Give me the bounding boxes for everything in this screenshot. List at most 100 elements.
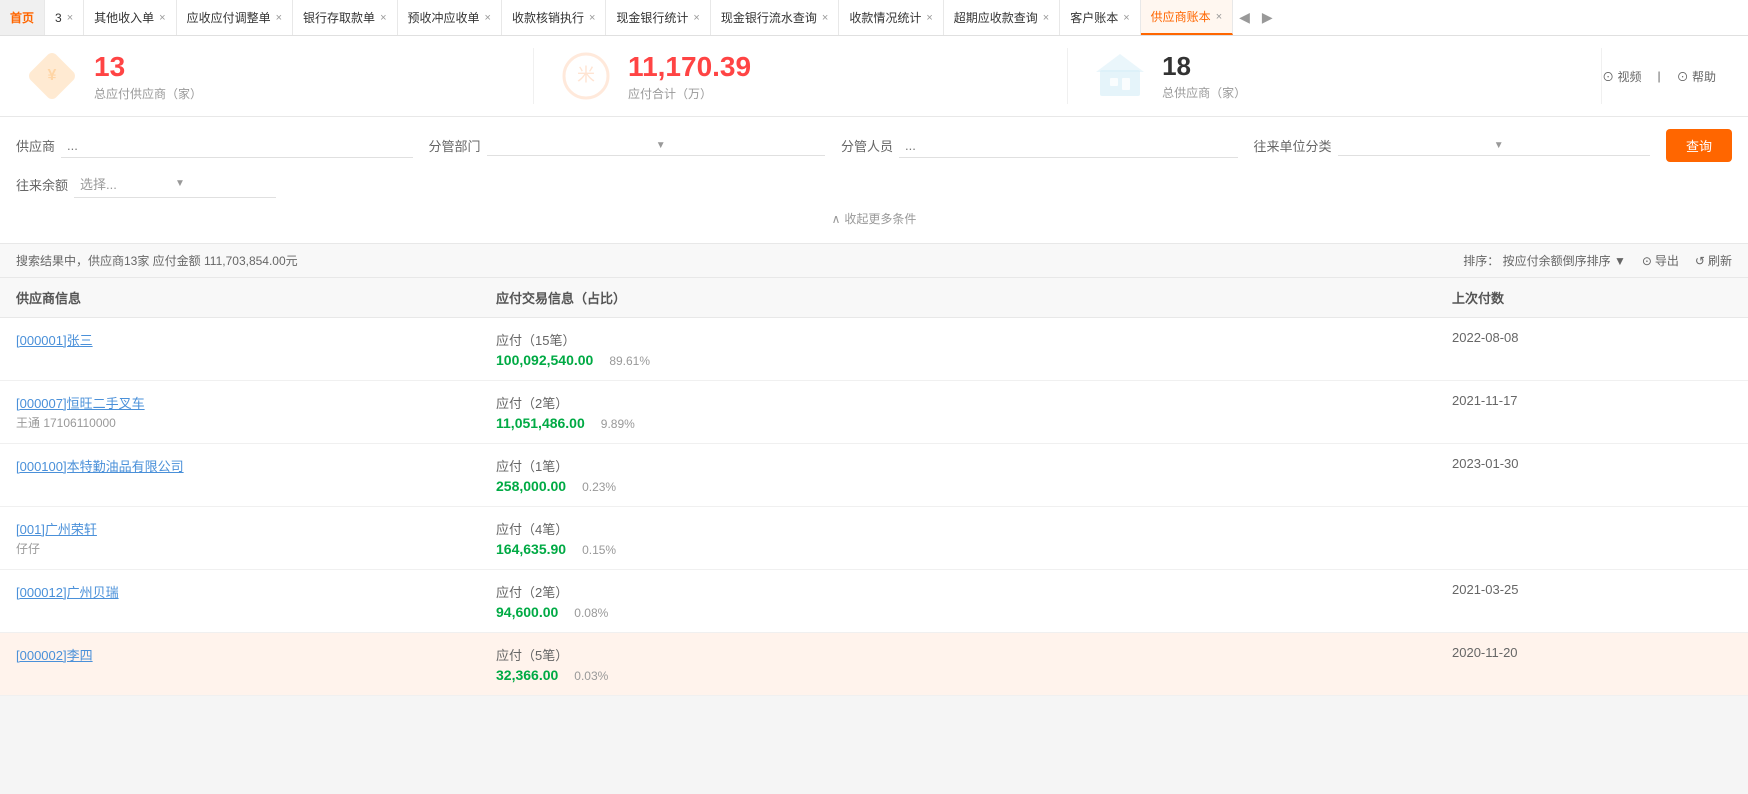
transaction-cell: 应付（15笔） 100,092,540.00 89.61% xyxy=(496,330,1452,368)
nav-tab-supplier-ledger[interactable]: 供应商账本 × xyxy=(1141,0,1233,35)
nav-tab-cash-bank-flow[interactable]: 现金银行流水查询 × xyxy=(711,0,839,35)
divider: | xyxy=(1658,69,1661,83)
filter-select-balance-value: 选择... xyxy=(80,174,175,193)
query-button[interactable]: 查询 xyxy=(1666,129,1732,162)
last-payment-cell: 2022-08-08 xyxy=(1452,330,1732,345)
nav-tab-collection-exec[interactable]: 收款核销执行 × xyxy=(502,0,606,35)
supplier-link[interactable]: [000012]广州贝瑞 xyxy=(16,585,119,600)
summary-info-suppliers-payable: 13 总应付供应商（家） xyxy=(94,50,202,103)
filter-select-category[interactable]: ▼ xyxy=(1338,136,1650,156)
last-payment-cell: 2021-11-17 xyxy=(1452,393,1732,408)
supplier-link[interactable]: [000001]张三 xyxy=(16,333,93,348)
nav-tab-customer-ledger[interactable]: 客户账本 × xyxy=(1060,0,1140,35)
chevron-down-icon: ▼ xyxy=(656,140,819,151)
transaction-row: 94,600.00 0.08% xyxy=(496,601,1452,620)
supplier-table: 供应商信息 应付交易信息（占比） 上次付数 [000001]张三 应付（15笔）… xyxy=(0,278,1748,696)
filter-select-balance[interactable]: 选择... ▼ xyxy=(74,170,276,198)
top-right-links: ⊙ 视频 | ⊙ 帮助 xyxy=(1602,68,1732,85)
nav-tab-home-label: 首页 xyxy=(10,9,34,26)
nav-tab-prepay-ar-close[interactable]: × xyxy=(485,12,491,24)
summary-card-payable-total: 米 11,170.39 应付合计（万） xyxy=(534,48,1068,104)
supplier-link[interactable]: [000002]李四 xyxy=(16,648,93,663)
nav-tab-other-income[interactable]: 其他收入单 × xyxy=(84,0,176,35)
table-row: [000002]李四 应付（5笔） 32,366.00 0.03% 2020-1… xyxy=(0,633,1748,696)
export-icon: ⊙ xyxy=(1642,254,1652,268)
nav-tab-collection-stat-close[interactable]: × xyxy=(926,12,932,24)
filter-item-person: 分管人员 xyxy=(841,134,1238,158)
nav-tab-customer-ledger-close[interactable]: × xyxy=(1123,12,1129,24)
svg-text:米: 米 xyxy=(577,65,595,85)
transaction-amount: 258,000.00 xyxy=(496,478,566,494)
chevron-down-icon-2: ▼ xyxy=(1494,140,1644,151)
nav-tab-bank-deposit-close[interactable]: × xyxy=(380,12,386,24)
diamond-icon: ¥ xyxy=(24,48,80,104)
nav-tab-prepay-ar-label: 预收冲应收单 xyxy=(408,9,480,26)
nav-tab-collection-exec-close[interactable]: × xyxy=(589,12,595,24)
nav-tab-cash-bank-stat-close[interactable]: × xyxy=(693,12,699,24)
filter-input-person[interactable] xyxy=(899,134,1237,158)
nav-tab-3-close[interactable]: × xyxy=(67,12,73,24)
help-link[interactable]: ⊙ 帮助 xyxy=(1677,68,1716,85)
transaction-amount: 100,092,540.00 xyxy=(496,352,593,368)
collapse-button[interactable]: ∧ 收起更多条件 xyxy=(16,206,1732,231)
transaction-cell: 应付（2笔） 94,600.00 0.08% xyxy=(496,582,1452,620)
nav-tab-cash-bank-flow-close[interactable]: × xyxy=(822,12,828,24)
nav-prev-arrow[interactable]: ◀ xyxy=(1233,9,1256,26)
filter-row-1: 供应商 分管部门 ▼ 分管人员 往来单位分类 ▼ 查询 xyxy=(16,129,1732,162)
summary-label-total-suppliers: 总供应商（家） xyxy=(1162,84,1246,101)
transaction-row: 258,000.00 0.23% xyxy=(496,475,1452,494)
nav-tab-prepay-ar[interactable]: 预收冲应收单 × xyxy=(398,0,502,35)
table-row: [000001]张三 应付（15笔） 100,092,540.00 89.61%… xyxy=(0,318,1748,381)
filter-row-2: 往来余额 选择... ▼ xyxy=(16,170,1732,198)
supplier-link[interactable]: [001]广州荣轩 xyxy=(16,522,97,537)
table-header-supplier: 供应商信息 xyxy=(16,288,496,307)
filter-select-dept[interactable]: ▼ xyxy=(487,136,825,156)
nav-tab-cash-bank-stat[interactable]: 现金银行统计 × xyxy=(606,0,710,35)
supplier-link[interactable]: [000100]本特勤油品有限公司 xyxy=(16,459,184,474)
transaction-percent: 0.03% xyxy=(574,669,608,683)
nav-tab-ar-ap-adjust[interactable]: 应收应付调整单 × xyxy=(177,0,293,35)
transaction-row: 32,366.00 0.03% xyxy=(496,664,1452,683)
summary-number-total-suppliers: 18 xyxy=(1162,51,1246,82)
export-label: 导出 xyxy=(1655,252,1679,269)
summary-info-total-suppliers: 18 总供应商（家） xyxy=(1162,51,1246,101)
summary-label-suppliers-payable: 总应付供应商（家） xyxy=(94,85,202,102)
nav-tab-collection-stat[interactable]: 收款情况统计 × xyxy=(839,0,943,35)
table-body: [000001]张三 应付（15笔） 100,092,540.00 89.61%… xyxy=(0,318,1748,696)
nav-tab-overdue-ar[interactable]: 超期应收款查询 × xyxy=(944,0,1060,35)
table-row: [000012]广州贝瑞 应付（2笔） 94,600.00 0.08% 2021… xyxy=(0,570,1748,633)
supplier-link[interactable]: [000007]恒旺二手叉车 xyxy=(16,396,145,411)
last-payment-cell: 2023-01-30 xyxy=(1452,456,1732,471)
supplier-sub: 仔仔 xyxy=(16,540,496,557)
transaction-cell: 应付（4笔） 164,635.90 0.15% xyxy=(496,519,1452,557)
nav-tab-home[interactable]: 首页 xyxy=(0,0,45,35)
nav-tab-3-label: 3 xyxy=(55,11,62,25)
nav-tab-other-income-label: 其他收入单 xyxy=(94,9,154,26)
results-actions: 排序： 按应付余额倒序排序 ▼ ⊙ 导出 ↺ 刷新 xyxy=(1463,252,1732,269)
refresh-button[interactable]: ↺ 刷新 xyxy=(1695,252,1732,269)
nav-tab-3[interactable]: 3 × xyxy=(45,0,84,35)
video-link[interactable]: ⊙ 视频 xyxy=(1602,68,1641,85)
nav-next-arrow[interactable]: ▶ xyxy=(1256,9,1279,26)
transaction-row: 100,092,540.00 89.61% xyxy=(496,349,1452,368)
sort-prefix: 排序： 按应付余额倒序排序 ▼ xyxy=(1463,252,1626,269)
nav-tab-bank-deposit[interactable]: 银行存取款单 × xyxy=(293,0,397,35)
export-button[interactable]: ⊙ 导出 xyxy=(1642,252,1679,269)
supplier-cell: [000100]本特勤油品有限公司 xyxy=(16,456,496,475)
nav-tab-overdue-ar-close[interactable]: × xyxy=(1043,12,1049,24)
top-navigation: 首页 3 × 其他收入单 × 应收应付调整单 × 银行存取款单 × 预收冲应收单… xyxy=(0,0,1748,36)
nav-tab-bank-deposit-label: 银行存取款单 xyxy=(303,9,375,26)
supplier-cell: [000012]广州贝瑞 xyxy=(16,582,496,601)
transaction-label: 应付（1笔） xyxy=(496,456,1452,475)
sort-value[interactable]: 按应付余额倒序排序 xyxy=(1503,254,1611,268)
nav-tab-ar-ap-adjust-close[interactable]: × xyxy=(276,12,282,24)
transaction-percent: 9.89% xyxy=(601,417,635,431)
nav-tab-other-income-close[interactable]: × xyxy=(159,12,165,24)
transaction-label: 应付（2笔） xyxy=(496,582,1452,601)
nav-tab-supplier-ledger-close[interactable]: × xyxy=(1216,11,1222,23)
nav-tab-overdue-ar-label: 超期应收款查询 xyxy=(954,9,1038,26)
transaction-row: 11,051,486.00 9.89% xyxy=(496,412,1452,431)
table-header-transaction: 应付交易信息（占比） xyxy=(496,288,1452,307)
filter-input-supplier[interactable] xyxy=(61,134,412,158)
sort-label: 排序： xyxy=(1463,254,1499,268)
